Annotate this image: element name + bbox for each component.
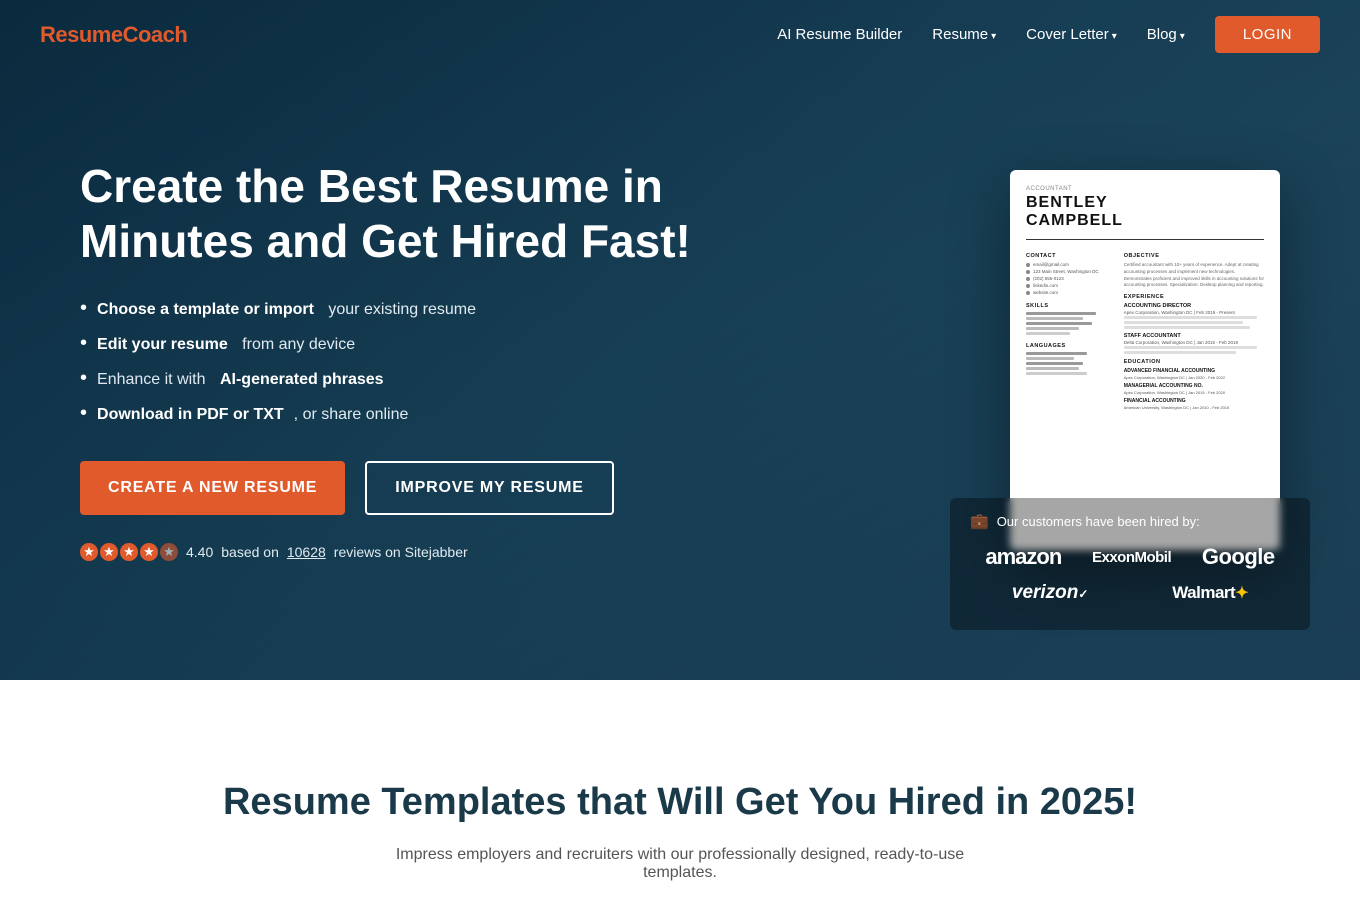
hired-by-title: 💼 Our customers have been hired by: — [970, 512, 1290, 530]
star-rating: ★ ★ ★ ★ ★ — [80, 543, 178, 561]
nav-item-login[interactable]: LOGIN — [1215, 26, 1320, 44]
star-3: ★ — [120, 543, 138, 561]
education-title: EDUCATION — [1124, 359, 1264, 365]
chevron-down-icon: ▾ — [991, 31, 996, 42]
templates-title: Resume Templates that Will Get You Hired… — [40, 780, 1320, 826]
rating-link[interactable]: 10628 — [287, 544, 326, 560]
create-resume-button[interactable]: CREATE A NEW RESUME — [80, 461, 345, 515]
rating-value: 4.40 — [186, 544, 213, 560]
bullet-3: Enhance it with AI-generated phrases — [80, 367, 700, 390]
resume-accountant: ACCOUNTANT — [1026, 186, 1264, 192]
nav-item-cover[interactable]: Cover Letter▾ — [1026, 26, 1117, 44]
chevron-down-icon: ▾ — [1180, 31, 1185, 42]
rating-label: based on — [221, 544, 279, 560]
briefcase-icon: 💼 — [970, 512, 989, 530]
hero-left: Create the Best Resume in Minutes and Ge… — [80, 159, 700, 561]
star-2: ★ — [100, 543, 118, 561]
exxon-logo: ExxonMobil — [1092, 549, 1171, 566]
chevron-down-icon: ▾ — [1112, 31, 1117, 42]
resume-divider — [1026, 239, 1264, 240]
star-1: ★ — [80, 543, 98, 561]
nav-item-resume[interactable]: Resume▾ — [932, 26, 996, 44]
bullet-1: Choose a template or import your existin… — [80, 297, 700, 320]
company-logos-row1: amazon ExxonMobil Google — [970, 544, 1290, 570]
resume-preview-card: ACCOUNTANT BENTLEY CAMPBELL CONTACT emai… — [1010, 170, 1280, 550]
resume-body: CONTACT email@gmail.com 123 Main Street,… — [1026, 248, 1264, 413]
nav-links: AI Resume Builder Resume▾ Cover Letter▾ … — [777, 26, 1320, 44]
hired-by-box: 💼 Our customers have been hired by: amaz… — [950, 498, 1310, 630]
bullet-2: Edit your resume from any device — [80, 332, 700, 355]
improve-resume-button[interactable]: IMPROVE MY RESUME — [365, 461, 613, 515]
dot-icon — [1026, 284, 1030, 288]
main-nav: ResumeCoach AI Resume Builder Resume▾ Co… — [0, 0, 1360, 70]
hero-right: ACCOUNTANT BENTLEY CAMPBELL CONTACT emai… — [1010, 170, 1280, 550]
star-5: ★ — [160, 543, 178, 561]
hero-bullets: Choose a template or import your existin… — [80, 297, 700, 425]
templates-subtitle: Impress employers and recruiters with ou… — [380, 846, 980, 882]
hero-content: Create the Best Resume in Minutes and Ge… — [0, 0, 1360, 680]
dot-icon — [1026, 263, 1030, 267]
dot-icon — [1026, 270, 1030, 274]
templates-section: Resume Templates that Will Get You Hired… — [0, 680, 1360, 922]
hero-buttons: CREATE A NEW RESUME IMPROVE MY RESUME — [80, 461, 700, 515]
objective-title: OBJECTIVE — [1124, 253, 1264, 259]
resume-name: BENTLEY CAMPBELL — [1026, 194, 1264, 229]
languages-title: LANGUAGES — [1026, 343, 1114, 349]
nav-item-ai[interactable]: AI Resume Builder — [777, 26, 902, 44]
company-logos-row2: verizon✓ Walmart✦ — [970, 582, 1290, 604]
resume-left-col: CONTACT email@gmail.com 123 Main Street,… — [1026, 248, 1114, 413]
skills-title: SKILLS — [1026, 303, 1114, 309]
contact-title: CONTACT — [1026, 253, 1114, 259]
rating-suffix: reviews on Sitejabber — [334, 544, 468, 560]
amazon-logo: amazon — [985, 544, 1061, 570]
logo-text: ResumeCoach — [40, 22, 187, 47]
logo[interactable]: ResumeCoach — [40, 22, 187, 48]
hero-section: Create the Best Resume in Minutes and Ge… — [0, 0, 1360, 680]
walmart-logo: Walmart✦ — [1172, 583, 1248, 603]
star-4: ★ — [140, 543, 158, 561]
bullet-4: Download in PDF or TXT, or share online — [80, 402, 700, 425]
verizon-logo: verizon✓ — [1012, 582, 1089, 604]
google-logo: Google — [1202, 544, 1275, 570]
dot-icon — [1026, 277, 1030, 281]
resume-right-col: OBJECTIVE Certified accountant with 10+ … — [1124, 248, 1264, 413]
hero-title: Create the Best Resume in Minutes and Ge… — [80, 159, 700, 269]
hero-rating: ★ ★ ★ ★ ★ 4.40 based on 10628 reviews on… — [80, 543, 700, 561]
dot-icon — [1026, 291, 1030, 295]
nav-item-blog[interactable]: Blog▾ — [1147, 26, 1185, 44]
experience-title: EXPERIENCE — [1124, 294, 1264, 300]
